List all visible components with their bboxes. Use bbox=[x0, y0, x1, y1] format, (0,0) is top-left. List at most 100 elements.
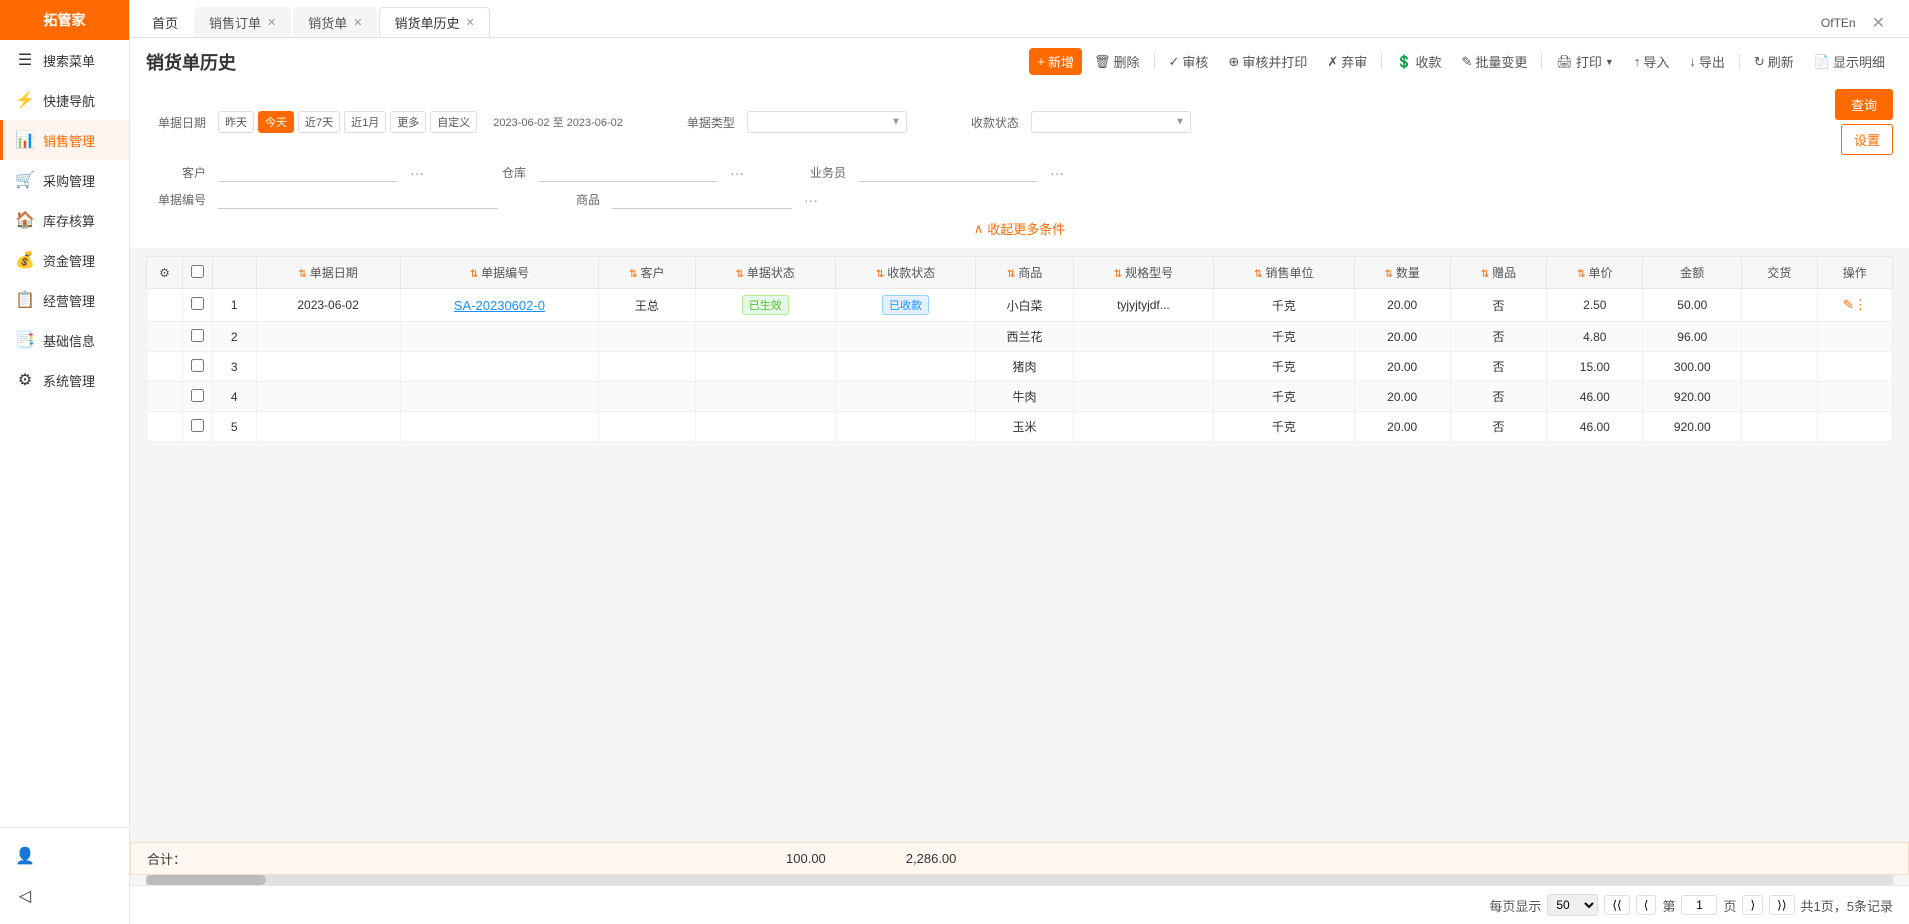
show-detail-button[interactable]: 📄 显示明细 bbox=[1806, 48, 1893, 75]
doc-number-link[interactable]: SA-20230602-0 bbox=[454, 298, 545, 313]
customer-dots[interactable]: ··· bbox=[410, 165, 424, 181]
staff-dots[interactable]: ··· bbox=[1050, 165, 1064, 181]
th-doc-number[interactable]: 单据编号 bbox=[400, 257, 599, 289]
th-settings[interactable]: ⚙ bbox=[147, 257, 183, 289]
date-btn-today[interactable]: 今天 bbox=[258, 111, 294, 133]
page-input[interactable] bbox=[1681, 895, 1717, 915]
td-doc-number[interactable] bbox=[400, 382, 599, 412]
sidebar-item-collapse[interactable]: ◁ bbox=[0, 876, 129, 916]
date-btn-yesterday[interactable]: 昨天 bbox=[218, 111, 254, 133]
settings-button[interactable]: 设置 bbox=[1841, 124, 1893, 155]
date-btn-7days[interactable]: 近7天 bbox=[298, 111, 340, 133]
sidebar-item-search-menu[interactable]: ☰ 搜索菜单 bbox=[0, 40, 129, 80]
sidebar-item-basic-info[interactable]: 📑 基础信息 bbox=[0, 320, 129, 360]
th-collect-status[interactable]: 收款状态 bbox=[835, 257, 975, 289]
prev-page-button[interactable]: ⟨ bbox=[1636, 895, 1657, 915]
th-unit-price[interactable]: 单价 bbox=[1547, 257, 1643, 289]
row-checkbox[interactable] bbox=[191, 297, 204, 310]
customer-input[interactable] bbox=[218, 163, 398, 182]
td-action[interactable] bbox=[1817, 382, 1893, 412]
next-page-button[interactable]: ⟩ bbox=[1742, 895, 1763, 915]
tab-sales-order-close[interactable]: ✕ bbox=[267, 16, 276, 29]
batch-change-button[interactable]: ✎ 批量变更 bbox=[1453, 48, 1535, 75]
date-btn-more[interactable]: 更多 bbox=[390, 111, 426, 133]
td-doc-date bbox=[256, 412, 400, 442]
window-close-button[interactable]: ✕ bbox=[1864, 9, 1893, 37]
sidebar-item-quick-nav[interactable]: ⚡ 快捷导航 bbox=[0, 80, 129, 120]
td-checkbox[interactable] bbox=[183, 322, 213, 352]
warehouse-dots[interactable]: ··· bbox=[730, 165, 744, 181]
tab-sales-history-close[interactable]: ✕ bbox=[466, 16, 475, 29]
sidebar-item-operation-mgmt[interactable]: 📋 经营管理 bbox=[0, 280, 129, 320]
query-button[interactable]: 查询 bbox=[1835, 89, 1893, 120]
td-collect-status bbox=[835, 322, 975, 352]
td-gift: 否 bbox=[1450, 382, 1546, 412]
td-doc-number[interactable] bbox=[400, 412, 599, 442]
td-doc-number[interactable]: SA-20230602-0 bbox=[400, 289, 599, 322]
td-quantity: 20.00 bbox=[1354, 412, 1450, 442]
audit-button[interactable]: ✓ 审核 bbox=[1161, 48, 1217, 75]
goods-dots[interactable]: ··· bbox=[804, 192, 818, 208]
more-icon[interactable]: ⋮ bbox=[1854, 297, 1867, 312]
import-button[interactable]: ↑ 导入 bbox=[1626, 48, 1678, 75]
add-button[interactable]: + 新增 bbox=[1029, 48, 1082, 75]
th-gift[interactable]: 赠品 bbox=[1450, 257, 1546, 289]
tab-sales-goods-close[interactable]: ✕ bbox=[353, 16, 362, 29]
td-checkbox[interactable] bbox=[183, 352, 213, 382]
sidebar: 拓管家 ☰ 搜索菜单 ⚡ 快捷导航 📊 销售管理 🛒 采购管理 🏠 库存核算 💰… bbox=[0, 0, 130, 924]
th-doc-date[interactable]: 单据日期 bbox=[256, 257, 400, 289]
date-btn-1month[interactable]: 近1月 bbox=[344, 111, 386, 133]
th-doc-status[interactable]: 单据状态 bbox=[695, 257, 835, 289]
staff-input[interactable] bbox=[858, 163, 1038, 182]
doc-type-select[interactable] bbox=[747, 111, 907, 133]
th-checkbox[interactable] bbox=[183, 257, 213, 289]
th-spec-type[interactable]: 规格型号 bbox=[1073, 257, 1213, 289]
row-checkbox[interactable] bbox=[191, 329, 204, 342]
td-action[interactable] bbox=[1817, 352, 1893, 382]
td-doc-number[interactable] bbox=[400, 352, 599, 382]
collect-status-select[interactable] bbox=[1031, 111, 1191, 133]
tab-sales-order[interactable]: 销售订单 ✕ bbox=[194, 7, 291, 37]
date-btn-custom[interactable]: 自定义 bbox=[430, 111, 477, 133]
refresh-button[interactable]: ↻ 刷新 bbox=[1746, 48, 1802, 75]
doc-number-input[interactable] bbox=[218, 190, 498, 209]
delete-button[interactable]: 🗑 删除 bbox=[1086, 48, 1148, 75]
tab-home[interactable]: 首页 bbox=[138, 7, 192, 37]
td-checkbox[interactable] bbox=[183, 382, 213, 412]
select-all-checkbox[interactable] bbox=[191, 265, 204, 278]
th-quantity[interactable]: 数量 bbox=[1354, 257, 1450, 289]
export-button[interactable]: ↓ 导出 bbox=[1681, 48, 1733, 75]
td-checkbox[interactable] bbox=[183, 289, 213, 322]
abandon-button[interactable]: ✗ 弃审 bbox=[1319, 48, 1375, 75]
td-action[interactable] bbox=[1817, 412, 1893, 442]
audit-print-button[interactable]: ⊕ 审核并打印 bbox=[1220, 48, 1315, 75]
collect-button[interactable]: 💲 收款 bbox=[1388, 48, 1449, 75]
edit-icon[interactable]: ✎ bbox=[1843, 297, 1854, 312]
tab-sales-goods[interactable]: 销货单 ✕ bbox=[293, 7, 377, 37]
row-checkbox[interactable] bbox=[191, 419, 204, 432]
th-sales-unit[interactable]: 销售单位 bbox=[1214, 257, 1354, 289]
row-checkbox[interactable] bbox=[191, 359, 204, 372]
last-page-button[interactable]: ⟩⟩ bbox=[1769, 895, 1794, 915]
per-page-select[interactable]: 50 100 bbox=[1547, 894, 1598, 916]
sidebar-item-finance-mgmt[interactable]: 💰 资金管理 bbox=[0, 240, 129, 280]
sidebar-item-inventory[interactable]: 🏠 库存核算 bbox=[0, 200, 129, 240]
warehouse-input[interactable] bbox=[538, 163, 718, 182]
td-action[interactable] bbox=[1817, 322, 1893, 352]
row-checkbox[interactable] bbox=[191, 389, 204, 402]
print-button[interactable]: 🖨 打印 ▼ bbox=[1548, 48, 1621, 75]
td-action[interactable]: ✎⋮ bbox=[1817, 289, 1893, 322]
th-customer[interactable]: 客户 bbox=[599, 257, 695, 289]
sidebar-item-system-mgmt[interactable]: ⚙ 系统管理 bbox=[0, 360, 129, 400]
collapse-button[interactable]: ∧ 收起更多条件 bbox=[966, 217, 1074, 240]
td-doc-number[interactable] bbox=[400, 322, 599, 352]
td-checkbox[interactable] bbox=[183, 412, 213, 442]
sidebar-item-purchase-mgmt[interactable]: 🛒 采购管理 bbox=[0, 160, 129, 200]
goods-input[interactable] bbox=[612, 190, 792, 209]
sidebar-item-sales-mgmt[interactable]: 📊 销售管理 bbox=[0, 120, 129, 160]
td-spec-type bbox=[1073, 352, 1213, 382]
sidebar-item-user[interactable]: 👤 bbox=[0, 836, 129, 876]
tab-sales-history[interactable]: 销货单历史 ✕ bbox=[379, 7, 489, 37]
first-page-button[interactable]: ⟨⟨ bbox=[1604, 895, 1629, 915]
th-goods[interactable]: 商品 bbox=[976, 257, 1073, 289]
